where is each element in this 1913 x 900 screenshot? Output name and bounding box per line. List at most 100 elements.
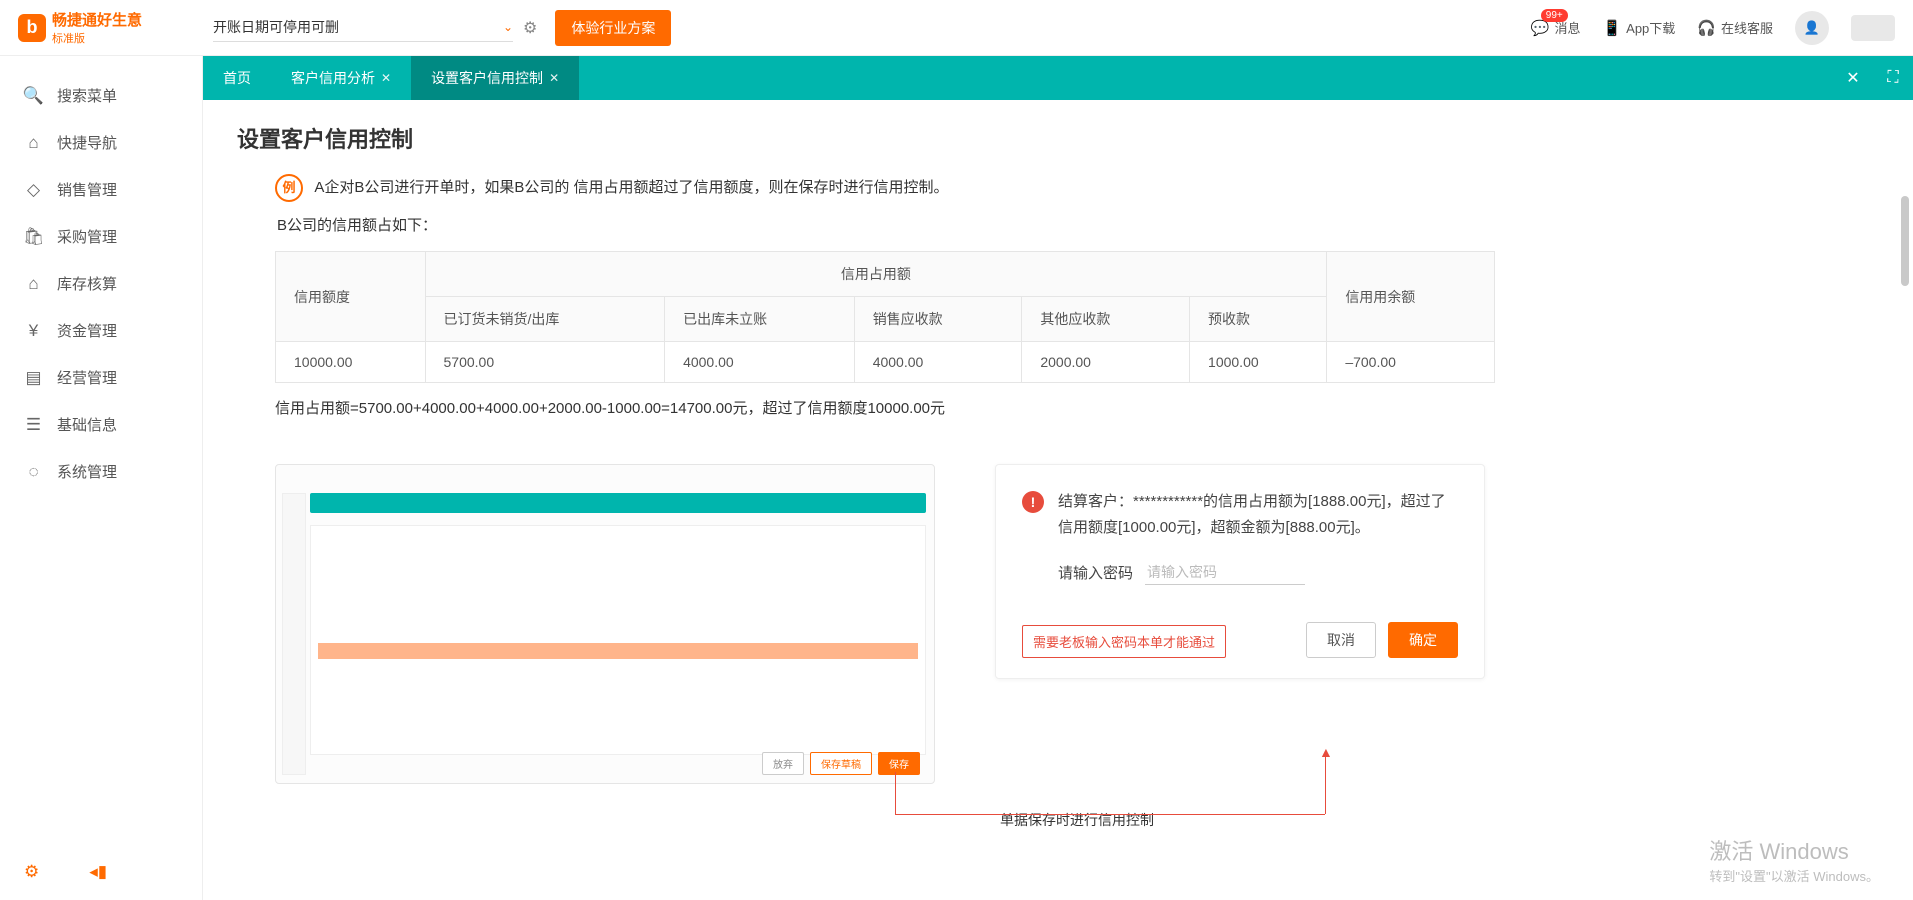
arrow-up-icon: ▲ <box>1319 744 1333 760</box>
illustration-row: 放弃 保存草稿 保存 ! 结算客户：************的信用占用额为[18 <box>275 464 1879 784</box>
th-used: 信用占用额 <box>425 252 1327 297</box>
th-c1: 已订货未销货/出库 <box>425 297 665 342</box>
logo-text: 畅捷通好生意 <box>52 9 142 30</box>
example-sub: B公司的信用额占如下： <box>277 214 1879 235</box>
chevron-down-icon: ⌄ <box>503 20 513 34</box>
phone-icon: 📱 <box>1602 19 1621 37</box>
page-title: 设置客户信用控制 <box>237 122 1879 154</box>
collapse-icon[interactable]: ◂▮ <box>89 862 107 882</box>
sidebar-item-label: 经营管理 <box>57 367 117 388</box>
sidebar-item-label: 库存核算 <box>57 273 117 294</box>
example-text: A企对B公司进行开单时，如果B公司的 信用占用额超过了信用额度，则在保存时进行信… <box>314 179 948 196</box>
avatar[interactable]: 👤 <box>1795 11 1829 45</box>
sidebar-item-inventory[interactable]: ⌂ 库存核算 <box>0 260 202 307</box>
sidebar-item-purchase[interactable]: 🛍 采购管理 <box>0 213 202 260</box>
messages-badge: 99+ <box>1541 9 1568 22</box>
close-all-button[interactable]: ✕ <box>1833 68 1873 88</box>
list-icon: ▤ <box>24 368 43 387</box>
cancel-button[interactable]: 取消 <box>1306 622 1376 658</box>
th-c5: 预收款 <box>1190 297 1327 342</box>
info-icon: ☰ <box>24 415 43 434</box>
watermark-line1: 激活 Windows <box>1709 837 1879 868</box>
connector-line <box>895 814 1325 815</box>
messages-button[interactable]: 💬 99+ 消息 <box>1531 18 1581 37</box>
cell-remain: –700.00 <box>1327 342 1495 383</box>
app-download-label: App下载 <box>1626 18 1675 37</box>
sidebar-item-label: 资金管理 <box>57 320 117 341</box>
credit-table: 信用额度 信用占用额 信用用余额 已订货未销货/出库 已出库未立账 销售应收款 … <box>275 251 1495 383</box>
sidebar-item-label: 采购管理 <box>57 226 117 247</box>
password-input[interactable] <box>1145 560 1305 585</box>
topbar: b 畅捷通好生意 标准版 开账日期可停用可删 ⌄ ⚙ 体验行业方案 💬 99+ … <box>0 0 1913 56</box>
account-date-selector[interactable]: 开账日期可停用可删 ⌄ <box>213 13 513 42</box>
th-remain: 信用用余额 <box>1327 252 1495 342</box>
app-download-button[interactable]: 📱 App下载 <box>1602 18 1675 37</box>
tab-label: 设置客户信用控制 <box>431 68 543 88</box>
sidebar-item-business[interactable]: ▤ 经营管理 <box>0 354 202 401</box>
sidebar-item-system[interactable]: ◌ 系统管理 <box>0 448 202 495</box>
content: 设置客户信用控制 例 A企对B公司进行开单时，如果B公司的 信用占用额超过了信用… <box>203 100 1913 900</box>
sidebar-item-label: 销售管理 <box>57 179 117 200</box>
topbar-right: 💬 99+ 消息 📱 App下载 🎧 在线客服 👤 <box>1531 11 1895 45</box>
th-c4: 其他应收款 <box>1022 297 1190 342</box>
sidebar-item-basic[interactable]: ☰基础信息 <box>0 401 202 448</box>
connector-line <box>895 772 896 814</box>
example-box: 例 A企对B公司进行开单时，如果B公司的 信用占用额超过了信用额度，则在保存时进… <box>275 174 1879 830</box>
tab-credit-control[interactable]: 设置客户信用控制 ✕ <box>411 56 579 100</box>
formula-text: 信用占用额=5700.00+4000.00+4000.00+2000.00-10… <box>275 397 1879 418</box>
sidebar-item-funds[interactable]: ¥ 资金管理 <box>0 307 202 354</box>
ok-button[interactable]: 确定 <box>1388 622 1458 658</box>
user-menu[interactable] <box>1851 15 1895 41</box>
search-icon: 🔍 <box>24 86 43 105</box>
tabbar: 首页 客户信用分析 ✕ 设置客户信用控制 ✕ ✕ ⛶ <box>203 56 1913 100</box>
mini-table-header <box>318 643 918 659</box>
settings-icon[interactable]: ⚙ <box>24 862 39 882</box>
logo-edition: 标准版 <box>52 30 142 46</box>
close-icon[interactable]: ✕ <box>381 71 391 85</box>
sidebar-item-label: 搜索菜单 <box>57 85 117 106</box>
mini-save-button: 保存 <box>878 752 920 775</box>
yen-icon: ¥ <box>24 321 43 340</box>
bag-icon: 🛍 <box>24 227 43 246</box>
windows-watermark: 激活 Windows 转到"设置"以激活 Windows。 <box>1709 837 1879 886</box>
cell-c5: 1000.00 <box>1190 342 1327 383</box>
online-service-label: 在线客服 <box>1721 18 1773 37</box>
cell-limit: 10000.00 <box>276 342 426 383</box>
mini-tabbar <box>310 493 926 513</box>
th-c3: 销售应收款 <box>854 297 1022 342</box>
logo: b 畅捷通好生意 标准版 <box>18 9 203 46</box>
cell-c1: 5700.00 <box>425 342 665 383</box>
password-label: 请输入密码 <box>1058 562 1133 583</box>
house-icon: ⌂ <box>24 274 43 293</box>
close-icon[interactable]: ✕ <box>549 71 559 85</box>
mini-sidebar <box>282 493 306 775</box>
watermark-line2: 转到"设置"以激活 Windows。 <box>1709 868 1879 886</box>
diamond-icon: ◇ <box>24 180 43 199</box>
table-row: 10000.00 5700.00 4000.00 4000.00 2000.00… <box>276 342 1495 383</box>
dialog-note: 需要老板输入密码本单才能通过 <box>1022 625 1226 658</box>
try-solution-button[interactable]: 体验行业方案 <box>555 10 671 46</box>
circle-icon: ◌ <box>24 462 43 481</box>
sidebar: 🔍 搜索菜单 ⌂快捷导航 ◇ 销售管理 🛍 采购管理 ⌂ 库存核算 ¥ 资金管理 ▤ 经营管… <box>0 56 203 900</box>
online-service-button[interactable]: 🎧 在线客服 <box>1697 18 1773 37</box>
warning-icon: ! <box>1022 491 1044 513</box>
mini-discard-button: 放弃 <box>762 752 804 775</box>
cell-c2: 4000.00 <box>665 342 855 383</box>
tab-credit-analysis[interactable]: 客户信用分析 ✕ <box>271 56 411 100</box>
scrollbar[interactable] <box>1901 196 1909 286</box>
order-screenshot: 放弃 保存草稿 保存 <box>275 464 935 784</box>
mini-save-draft-button: 保存草稿 <box>810 752 872 775</box>
sidebar-item-quicknav[interactable]: ⌂快捷导航 <box>0 119 202 166</box>
sidebar-item-sales[interactable]: ◇ 销售管理 <box>0 166 202 213</box>
sidebar-item-label: 系统管理 <box>57 461 117 482</box>
fullscreen-button[interactable]: ⛶ <box>1873 69 1913 87</box>
logo-mark-icon: b <box>18 14 46 42</box>
illustration-caption: 单据保存时进行信用控制 <box>275 810 1879 830</box>
headset-icon: 🎧 <box>1697 19 1716 37</box>
sidebar-item-search[interactable]: 🔍 搜索菜单 <box>0 72 202 119</box>
tab-home[interactable]: 首页 <box>203 56 271 100</box>
tab-label: 客户信用分析 <box>291 68 375 88</box>
gear-icon[interactable]: ⚙ <box>523 18 537 38</box>
th-c2: 已出库未立账 <box>665 297 855 342</box>
tab-label: 首页 <box>223 68 251 88</box>
